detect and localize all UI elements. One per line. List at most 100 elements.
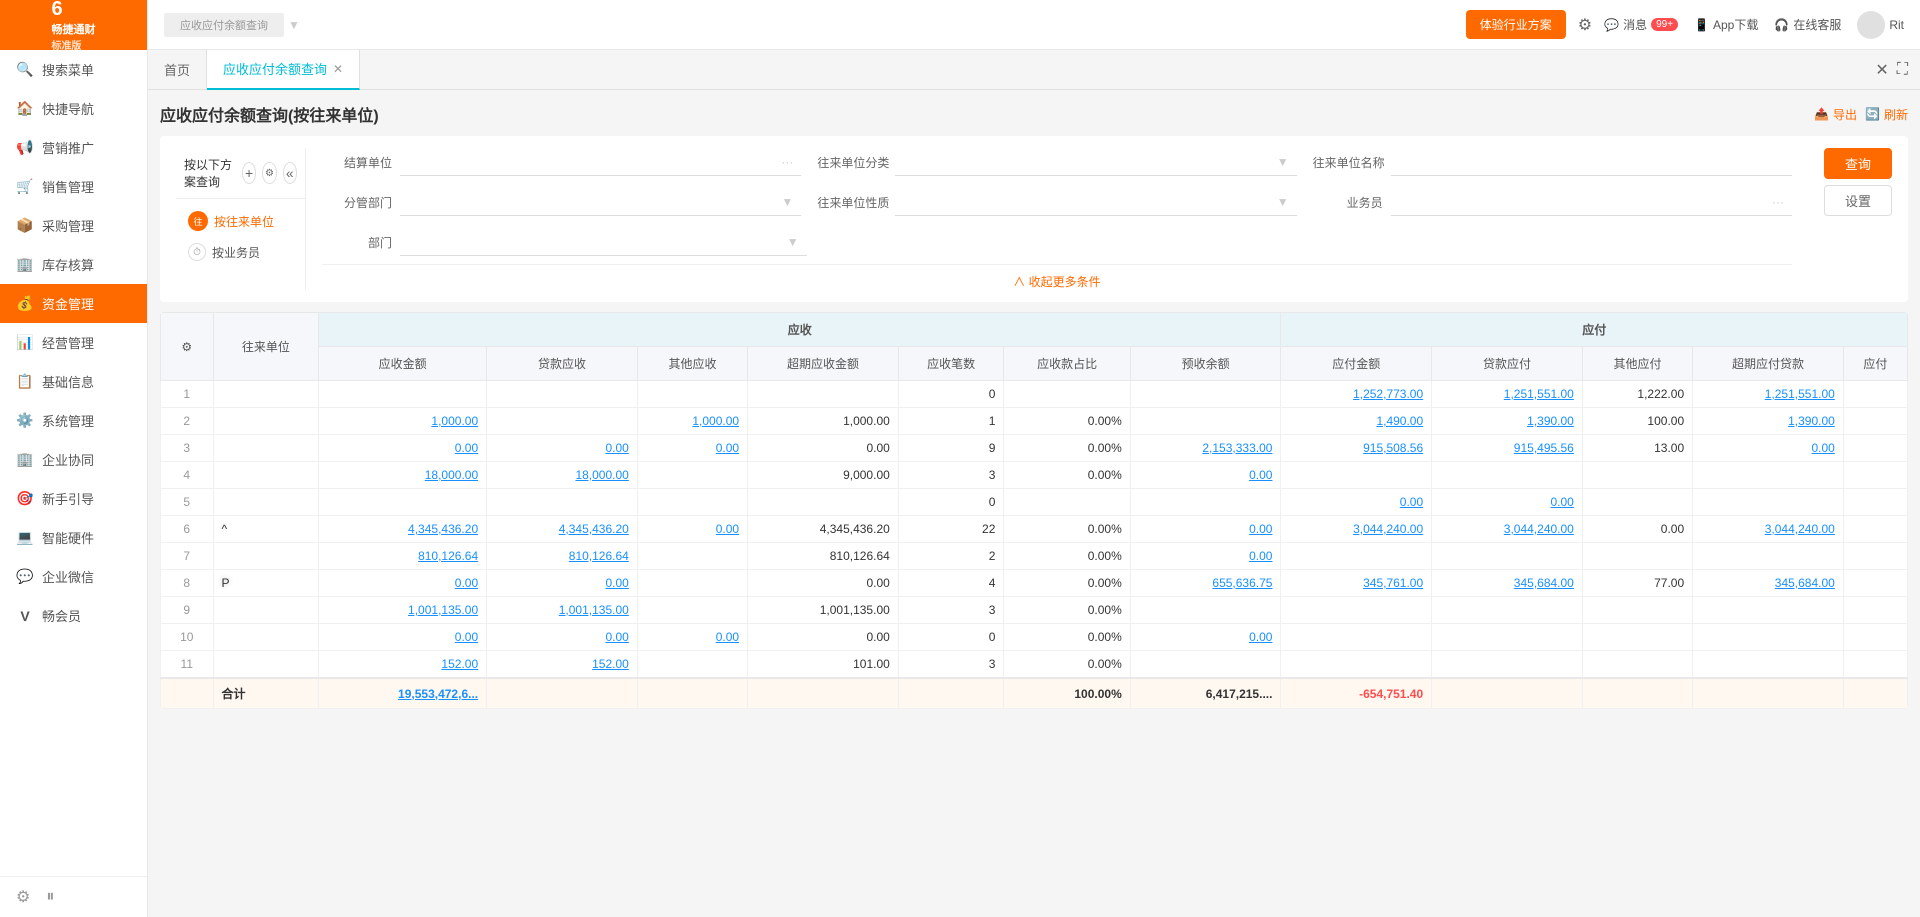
tab-ar-ap-query[interactable]: 应收应付余额查询 ✕ (207, 50, 360, 90)
fullscreen-button[interactable]: ⛶ (1897, 61, 1908, 79)
cell-r11-c9[interactable] (1130, 651, 1281, 679)
cell-r9-c9[interactable] (1130, 597, 1281, 624)
cell-r6-c3[interactable]: 4,345,436.20 (319, 516, 487, 543)
sidebar-collapse-icon[interactable]: ⏸ (46, 888, 54, 906)
cell-r1-c13[interactable]: 1,251,551.00 (1693, 381, 1844, 408)
cell-r7-c4[interactable]: 810,126.64 (487, 543, 638, 570)
tab-home[interactable]: 首页 (148, 50, 207, 90)
cell-r1-c9[interactable] (1130, 381, 1281, 408)
cell-r4-c10[interactable] (1281, 462, 1432, 489)
cell-r9-c4[interactable]: 1,001,135.00 (487, 597, 638, 624)
cell-r10-c5[interactable]: 0.00 (637, 624, 747, 651)
cell-r7-c13[interactable] (1693, 543, 1844, 570)
customer-nature-input[interactable]: ▼ (895, 188, 1296, 216)
cell-r11-c3[interactable]: 152.00 (319, 651, 487, 679)
cell-r1-c3[interactable] (319, 381, 487, 408)
cell-r4-c4[interactable]: 18,000.00 (487, 462, 638, 489)
cell-r11-c5[interactable] (637, 651, 747, 679)
app-download-item[interactable]: 📱 App下载 (1694, 16, 1758, 33)
cell-r5-c5[interactable] (637, 489, 747, 516)
sidebar-item-member[interactable]: V 畅会员 (0, 596, 147, 635)
cell-r8-c13[interactable]: 345,684.00 (1693, 570, 1844, 597)
cell-r4-c13[interactable] (1693, 462, 1844, 489)
cell-r3-c4[interactable]: 0.00 (487, 435, 638, 462)
scheme-by-customer[interactable]: 往 按往来单位 (176, 205, 305, 237)
cell-r6-c10[interactable]: 3,044,240.00 (1281, 516, 1432, 543)
cell-r5-c13[interactable] (1693, 489, 1844, 516)
settlement-unit-input[interactable]: ··· (400, 148, 801, 176)
query-button[interactable]: 查询 (1824, 148, 1892, 179)
cell-r1-c4[interactable] (487, 381, 638, 408)
sidebar-item-smart-hw[interactable]: 💻 智能硬件 (0, 518, 147, 557)
cell-r10-c10[interactable] (1281, 624, 1432, 651)
cell-r2-c9[interactable] (1130, 408, 1281, 435)
cell-r8-c10[interactable]: 345,761.00 (1281, 570, 1432, 597)
cell-r2-c11[interactable]: 1,390.00 (1432, 408, 1583, 435)
sidebar-item-inventory[interactable]: 🏢 库存核算 (0, 245, 147, 284)
settings-scheme-button[interactable]: ⚙ (262, 162, 276, 184)
sidebar-item-wechat[interactable]: 💬 企业微信 (0, 557, 147, 596)
cell-r3-c11[interactable]: 915,495.56 (1432, 435, 1583, 462)
cell-r7-c5[interactable] (637, 543, 747, 570)
sidebar-item-operations[interactable]: 📊 经营管理 (0, 323, 147, 362)
cell-r6-c9[interactable]: 0.00 (1130, 516, 1281, 543)
sidebar-item-enterprise[interactable]: 🏢 企业协同 (0, 440, 147, 479)
cell-r9-c10[interactable] (1281, 597, 1432, 624)
salesman-input[interactable]: ··· (1391, 188, 1792, 216)
cell-r2-c10[interactable]: 1,490.00 (1281, 408, 1432, 435)
add-scheme-button[interactable]: + (242, 162, 256, 184)
cell-r9-c13[interactable] (1693, 597, 1844, 624)
cell-r2-c5[interactable]: 1,000.00 (637, 408, 747, 435)
online-service-item[interactable]: 🎧 在线客服 (1774, 16, 1841, 33)
cell-r2-c4[interactable] (487, 408, 638, 435)
cell-r9-c3[interactable]: 1,001,135.00 (319, 597, 487, 624)
cell-r6-c11[interactable]: 3,044,240.00 (1432, 516, 1583, 543)
cell-r4-c9[interactable]: 0.00 (1130, 462, 1281, 489)
cell-r10-c4[interactable]: 0.00 (487, 624, 638, 651)
sidebar-item-marketing[interactable]: 📢 营销推广 (0, 128, 147, 167)
tab-close-icon[interactable]: ✕ (333, 62, 343, 76)
cell-r9-c11[interactable] (1432, 597, 1583, 624)
cell-r10-c3[interactable]: 0.00 (319, 624, 487, 651)
cell-r8-c9[interactable]: 655,636.75 (1130, 570, 1281, 597)
cell-r4-c5[interactable] (637, 462, 747, 489)
sidebar-item-search-menu[interactable]: 🔍 搜索菜单 (0, 50, 147, 89)
cell-r3-c10[interactable]: 915,508.56 (1281, 435, 1432, 462)
branch-dept-input[interactable]: ▼ (400, 188, 801, 216)
cell-r6-c13[interactable]: 3,044,240.00 (1693, 516, 1844, 543)
cell-r10-c11[interactable] (1432, 624, 1583, 651)
cell-r8-c5[interactable] (637, 570, 747, 597)
cell-r8-c3[interactable]: 0.00 (319, 570, 487, 597)
sidebar-item-basic-info[interactable]: 📋 基础信息 (0, 362, 147, 401)
export-button[interactable]: 📤 导出 (1814, 106, 1857, 123)
sidebar-item-purchase[interactable]: 📦 采购管理 (0, 206, 147, 245)
cell-r4-c11[interactable] (1432, 462, 1583, 489)
cell-r1-c5[interactable] (637, 381, 747, 408)
cell-r7-c11[interactable] (1432, 543, 1583, 570)
scheme-by-salesman[interactable]: ⏱ 按业务员 (176, 237, 305, 267)
sidebar-item-guide[interactable]: 🎯 新手引导 (0, 479, 147, 518)
trial-button[interactable]: 体验行业方案 (1466, 10, 1566, 39)
refresh-button[interactable]: 🔄 刷新 (1865, 106, 1908, 123)
sidebar-item-sales[interactable]: 🛒 销售管理 (0, 167, 147, 206)
settings-button[interactable]: 设置 (1824, 185, 1892, 216)
cell-r11-c4[interactable]: 152.00 (487, 651, 638, 679)
cell-r2-c3[interactable]: 1,000.00 (319, 408, 487, 435)
cell-r7-c9[interactable]: 0.00 (1130, 543, 1281, 570)
cell-r6-c4[interactable]: 4,345,436.20 (487, 516, 638, 543)
cell-r6-c5[interactable]: 0.00 (637, 516, 747, 543)
cell-r5-c11[interactable]: 0.00 (1432, 489, 1583, 516)
cell-r5-c3[interactable] (319, 489, 487, 516)
sidebar-item-quick-nav[interactable]: 🏠 快捷导航 (0, 89, 147, 128)
cell-r4-c3[interactable]: 18,000.00 (319, 462, 487, 489)
customer-category-input[interactable]: ▼ (895, 148, 1296, 176)
cell-r3-c5[interactable]: 0.00 (637, 435, 747, 462)
cell-r11-c11[interactable] (1432, 651, 1583, 679)
cell-r11-c13[interactable] (1693, 651, 1844, 679)
cell-r3-c9[interactable]: 2,153,333.00 (1130, 435, 1281, 462)
cell-r1-c10[interactable]: 1,252,773.00 (1281, 381, 1432, 408)
cell-r5-c10[interactable]: 0.00 (1281, 489, 1432, 516)
cell-r2-c13[interactable]: 1,390.00 (1693, 408, 1844, 435)
gear-icon[interactable]: ⚙ (1578, 15, 1592, 35)
user-avatar-item[interactable]: Rit (1857, 11, 1904, 39)
